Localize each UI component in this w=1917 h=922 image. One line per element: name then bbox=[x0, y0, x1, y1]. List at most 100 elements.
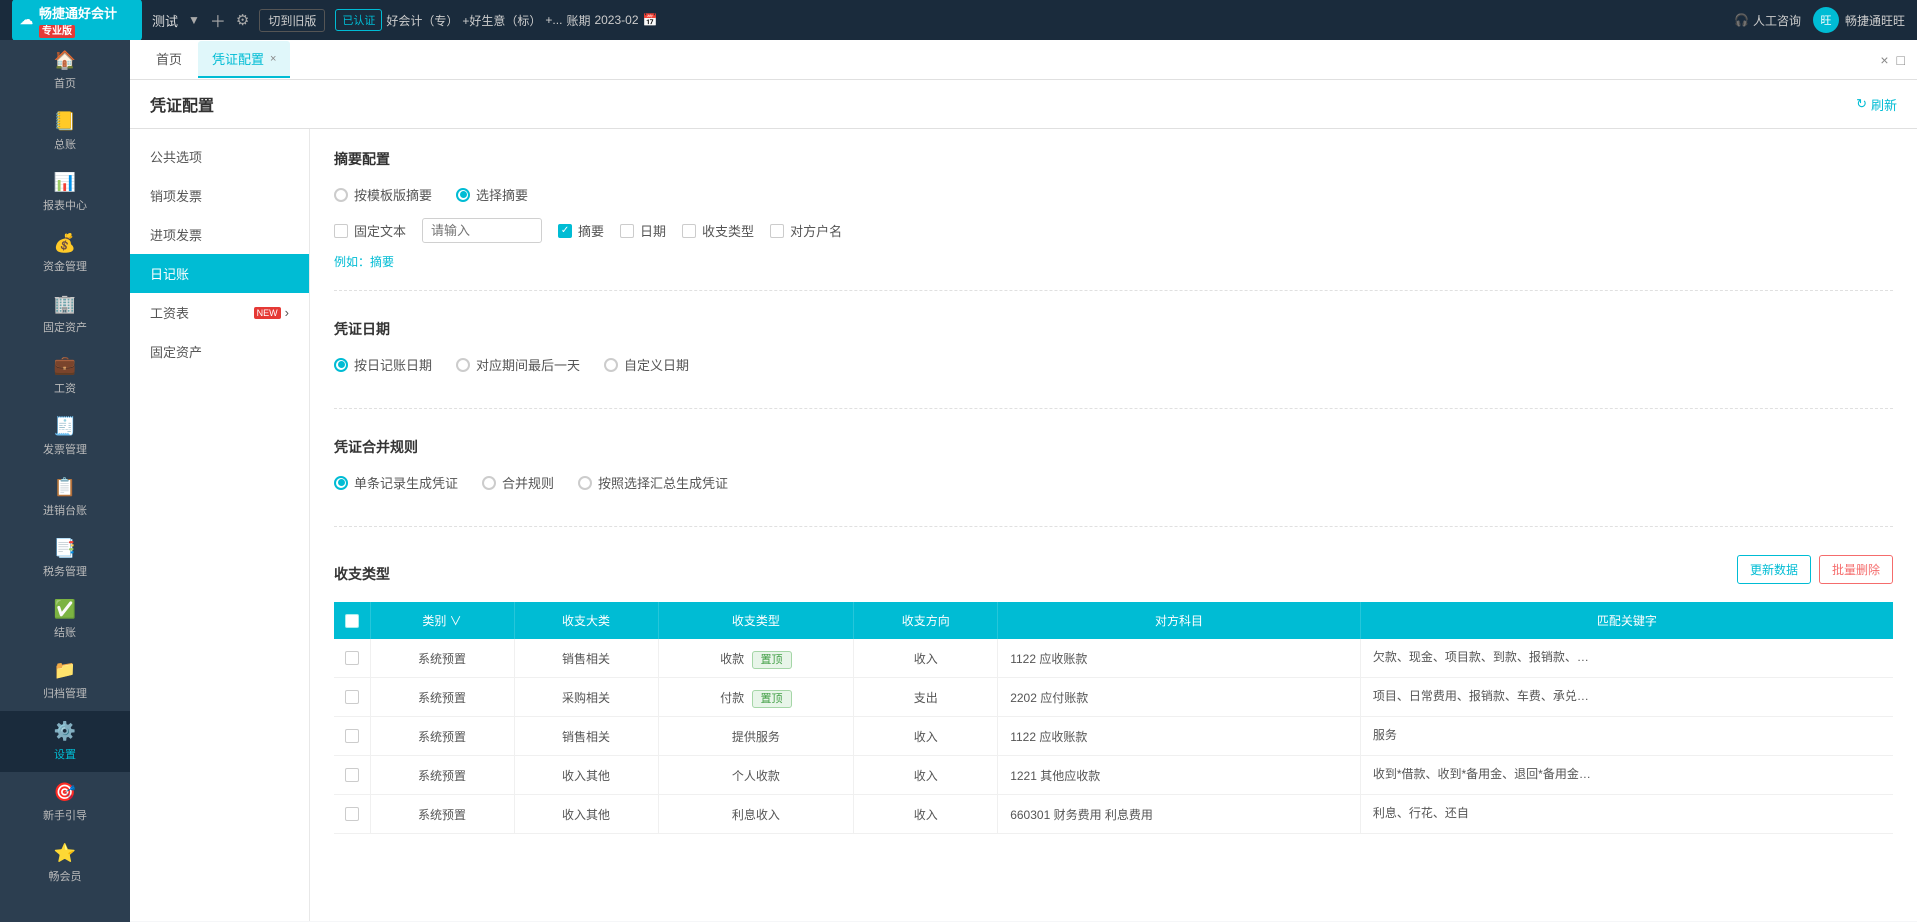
summary-config-section: 摘要配置 按模板版摘要 选择摘要 bbox=[334, 149, 1893, 291]
sidebar-item-archive[interactable]: 📁 归档管理 bbox=[0, 650, 130, 711]
restore-window-btn[interactable]: □ bbox=[1897, 52, 1905, 68]
th-major-type: 收支大类 bbox=[514, 602, 658, 639]
brand-sub: 专业版 bbox=[39, 25, 75, 38]
td-type-2: 付款 置顶 bbox=[658, 678, 854, 717]
sidebar: 🏠 首页 📒 总账 📊 报表中心 💰 资金管理 🏢 固定资产 💼 工资 🧾 发票… bbox=[0, 40, 130, 922]
td-type-3: 提供服务 bbox=[658, 717, 854, 756]
sidebar-item-ledger[interactable]: 📒 总账 bbox=[0, 101, 130, 162]
income-expense-title: 收支类型 bbox=[334, 564, 390, 584]
td-direction-1: 收入 bbox=[854, 639, 998, 678]
sidebar-item-invoice-mgmt[interactable]: 🧾 发票管理 bbox=[0, 406, 130, 467]
switch-old-btn[interactable]: 切到旧版 bbox=[259, 9, 325, 32]
sidebar-item-settlement[interactable]: ✅ 结账 bbox=[0, 589, 130, 650]
fixed-text-input[interactable] bbox=[422, 218, 542, 243]
sidebar-item-tax[interactable]: 📑 税务管理 bbox=[0, 528, 130, 589]
update-data-btn[interactable]: 更新数据 bbox=[1737, 555, 1811, 584]
left-nav-purchase-invoice[interactable]: 进项发票 bbox=[130, 215, 309, 254]
td-checkbox-3[interactable] bbox=[334, 717, 370, 756]
fixed-assets-icon: 🏢 bbox=[54, 294, 76, 315]
refresh-icon: ↻ bbox=[1856, 96, 1867, 112]
sidebar-item-reports[interactable]: 📊 报表中心 bbox=[0, 162, 130, 223]
td-category-4: 系统预置 bbox=[370, 756, 514, 795]
radio-daily-date[interactable]: 按日记账日期 bbox=[334, 355, 432, 374]
radio-summary-gen[interactable]: 按照选择汇总生成凭证 bbox=[578, 473, 728, 492]
tab-voucher-config[interactable]: 凭证配置 × bbox=[198, 41, 290, 78]
checkbox-income-type[interactable]: 收支类型 bbox=[682, 221, 754, 240]
checkbox-payee[interactable]: 对方户名 bbox=[770, 221, 842, 240]
checkbox-date[interactable]: 日期 bbox=[620, 221, 666, 240]
left-nav-fixed-assets[interactable]: 固定资产 bbox=[130, 332, 309, 371]
chevron-down-icon[interactable]: ▼ bbox=[188, 13, 200, 27]
tag-btn-2[interactable]: 置顶 bbox=[752, 690, 792, 708]
td-checkbox-5[interactable] bbox=[334, 795, 370, 834]
left-nav-daily-ledger[interactable]: 日记账 bbox=[130, 254, 309, 293]
calendar-icon[interactable]: 📅 bbox=[643, 13, 658, 27]
radio-template[interactable]: 按模板版摘要 bbox=[334, 185, 432, 204]
tab-home[interactable]: 首页 bbox=[142, 41, 196, 78]
avatar: 旺 bbox=[1813, 7, 1839, 33]
voucher-date-radio-group: 按日记账日期 对应期间最后一天 自定义日期 bbox=[334, 355, 1893, 374]
funds-icon: 💰 bbox=[54, 233, 76, 254]
help-btn[interactable]: 🎧 人工咨询 bbox=[1734, 12, 1801, 29]
td-subject-4: 1221 其他应收款 bbox=[998, 756, 1361, 795]
radio-custom-date[interactable]: 自定义日期 bbox=[604, 355, 689, 374]
left-nav-public[interactable]: 公共选项 bbox=[130, 137, 309, 176]
td-category-2: 系统预置 bbox=[370, 678, 514, 717]
th-checkbox[interactable] bbox=[334, 602, 370, 639]
td-major-type-3: 销售相关 bbox=[514, 717, 658, 756]
sidebar-item-purchase-sales[interactable]: 📋 进销台账 bbox=[0, 467, 130, 528]
sidebar-item-fixed-assets[interactable]: 🏢 固定资产 bbox=[0, 284, 130, 345]
sidebar-item-guide[interactable]: 🎯 新手引导 bbox=[0, 772, 130, 833]
add-icon[interactable]: ＋ bbox=[210, 8, 226, 32]
sidebar-item-member[interactable]: ⭐ 畅会员 bbox=[0, 833, 130, 894]
topbar-badges: 已认证 好会计（专） +好生意（标） +... 账期 2023-02 📅 bbox=[335, 9, 1724, 31]
member-icon: ⭐ bbox=[54, 843, 76, 864]
sidebar-item-settings[interactable]: ⚙️ 设置 bbox=[0, 711, 130, 772]
settings-icon[interactable]: ⚙ bbox=[236, 11, 249, 29]
td-subject-1: 1122 应收账款 bbox=[998, 639, 1361, 678]
summary-radio-group: 按模板版摘要 选择摘要 bbox=[334, 185, 1893, 204]
radio-template-circle bbox=[334, 188, 348, 202]
voucher-merge-radio-group: 单条记录生成凭证 合并规则 按照选择汇总生成凭证 bbox=[334, 473, 1893, 492]
checkbox-summary[interactable]: ✓ 摘要 bbox=[558, 221, 604, 240]
th-type: 收支类型 bbox=[658, 602, 854, 639]
sidebar-item-home[interactable]: 🏠 首页 bbox=[0, 40, 130, 101]
td-checkbox-2[interactable] bbox=[334, 678, 370, 717]
tab-close-icon[interactable]: × bbox=[270, 53, 276, 65]
td-keywords-2: 项目、日常费用、报销款、车费、承兑汇票、付款 bbox=[1360, 678, 1893, 717]
good-business-badge: +好生意（标） bbox=[462, 12, 541, 29]
td-type-1: 收款 置顶 bbox=[658, 639, 854, 678]
salary-icon: 💼 bbox=[54, 355, 76, 376]
voucher-body: 公共选项 销项发票 进项发票 日记账 工资表 bbox=[130, 129, 1917, 921]
th-category[interactable]: 类别 ∨ bbox=[370, 602, 514, 639]
radio-single[interactable]: 单条记录生成凭证 bbox=[334, 473, 458, 492]
brand-icon: ☁ bbox=[20, 12, 33, 28]
td-direction-2: 支出 bbox=[854, 678, 998, 717]
td-checkbox-4[interactable] bbox=[334, 756, 370, 795]
summary-hint: 例如：摘要 bbox=[334, 253, 1893, 270]
radio-summary-gen-circle bbox=[578, 476, 592, 490]
batch-delete-btn[interactable]: 批量删除 bbox=[1819, 555, 1893, 584]
radio-select-summary[interactable]: 选择摘要 bbox=[456, 185, 528, 204]
radio-period-last[interactable]: 对应期间最后一天 bbox=[456, 355, 580, 374]
right-content: 摘要配置 按模板版摘要 选择摘要 bbox=[310, 129, 1917, 921]
left-nav-payroll[interactable]: 工资表 NEW › bbox=[130, 293, 309, 332]
td-keywords-5: 利息、行花、还自 bbox=[1360, 795, 1893, 834]
tag-btn-1[interactable]: 置顶 bbox=[752, 651, 792, 669]
sidebar-item-salary[interactable]: 💼 工资 bbox=[0, 345, 130, 406]
main-layout: 🏠 首页 📒 总账 📊 报表中心 💰 资金管理 🏢 固定资产 💼 工资 🧾 发票… bbox=[0, 40, 1917, 922]
td-direction-4: 收入 bbox=[854, 756, 998, 795]
radio-select-circle bbox=[456, 188, 470, 202]
left-nav-sales-invoice[interactable]: 销项发票 bbox=[130, 176, 309, 215]
checkbox-payee-box bbox=[770, 224, 784, 238]
checkbox-fixed-text[interactable]: 固定文本 bbox=[334, 221, 406, 240]
good-accountant-badge: 好会计（专） bbox=[386, 12, 458, 29]
table-row: 系统预置 收入其他 个人收款 收入 1221 其他应收款 收到*借 bbox=[334, 756, 1893, 795]
sidebar-item-funds[interactable]: 💰 资金管理 bbox=[0, 223, 130, 284]
invoice-icon: 🧾 bbox=[54, 416, 76, 437]
user-info: 旺 畅捷通旺旺 bbox=[1813, 7, 1905, 33]
close-window-btn[interactable]: × bbox=[1880, 52, 1888, 68]
radio-merge-rule[interactable]: 合并规则 bbox=[482, 473, 554, 492]
refresh-btn[interactable]: ↻ 刷新 bbox=[1856, 95, 1897, 114]
td-checkbox-1[interactable] bbox=[334, 639, 370, 678]
